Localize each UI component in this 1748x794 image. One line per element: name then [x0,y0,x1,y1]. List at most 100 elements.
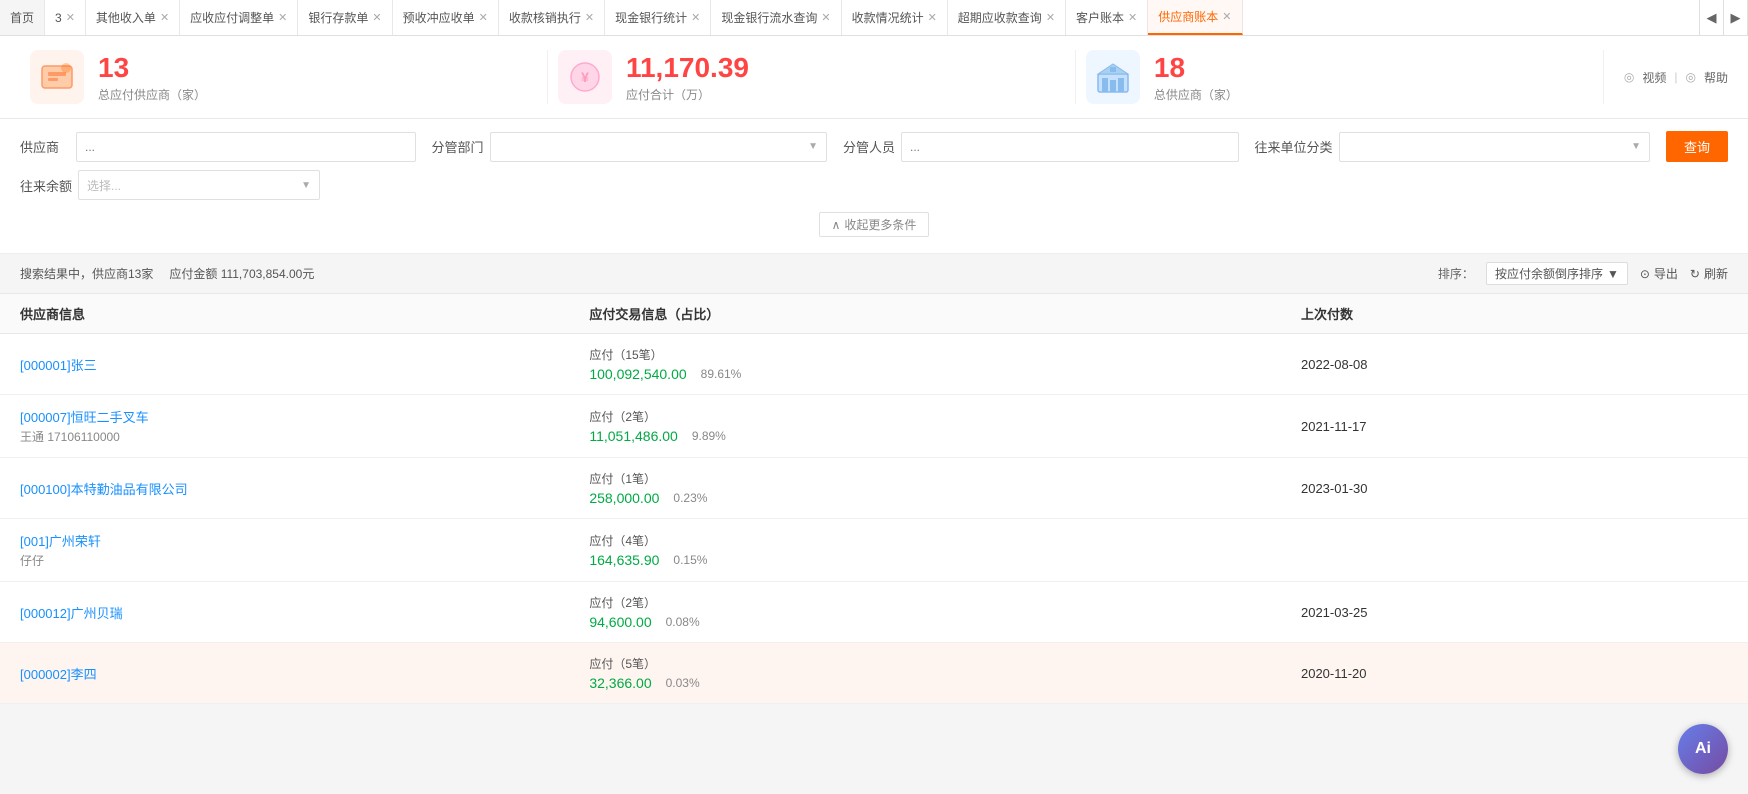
ai-badge-label: Ai [1695,740,1711,758]
query-button[interactable]: 查询 [1666,131,1728,162]
circle-icon2: ◎ [1685,70,1695,84]
transaction-info-4: 应付（4笔） 164,635.90 0.15% [589,532,1301,568]
category-filter-select[interactable]: ▼ [1339,132,1650,162]
nav-tab-3[interactable]: 3 ✕ [45,0,86,35]
close-overdue-query-icon[interactable]: ✕ [1046,11,1055,24]
supplier-account-label: 供应商账本 [1158,8,1218,25]
payable-total-num: 11,170.39 [626,51,749,85]
payable-adjust-label: 应收应付调整单 [190,9,274,26]
close-tab-3-icon[interactable]: ✕ [66,11,75,24]
last-pay-3: 2023-01-30 [1301,481,1728,496]
stat-text-total-suppliers: 18 总供应商（家） [1154,51,1238,104]
close-bank-deposit-icon[interactable]: ✕ [372,11,381,24]
export-button[interactable]: ⊙ 导出 [1640,265,1678,282]
nav-tab-customer-account[interactable]: 客户账本 ✕ [1066,0,1148,35]
filter-category: 往来单位分类 ▼ [1255,132,1651,162]
close-payable-adjust-icon[interactable]: ✕ [278,11,287,24]
nav-arrow-left[interactable]: ◀ [1700,0,1724,36]
payable-suppliers-num: 13 [98,51,206,85]
close-customer-account-icon[interactable]: ✕ [1128,11,1137,24]
nav-tab-collection-audit[interactable]: 收款核销执行 ✕ [499,0,605,35]
close-cash-bank-stats-icon[interactable]: ✕ [691,11,700,24]
balance-select-arrow-icon: ▼ [301,180,311,191]
nav-tab-cash-bank-stats[interactable]: 现金银行统计 ✕ [605,0,711,35]
table-row: [000100]本特勤油品有限公司 应付（1笔） 258,000.00 0.23… [0,458,1748,519]
video-link[interactable]: 视频 [1642,69,1666,86]
trans-amount-5[interactable]: 94,600.00 [589,614,651,630]
main-content: 供应商信息 应付交易信息（占比） 上次付数 [000001]张三 应付（15笔）… [0,294,1748,704]
stat-block-payable-total: ¥ 11,170.39 应付合计（万） [548,50,1076,104]
close-other-income-icon[interactable]: ✕ [160,11,169,24]
nav-tab-supplier-account[interactable]: 供应商账本 ✕ [1148,0,1242,35]
nav-tab-bank-deposit[interactable]: 银行存款单 ✕ [298,0,392,35]
stat-text-payable-suppliers: 13 总应付供应商（家） [98,51,206,104]
help-link[interactable]: 帮助 [1704,69,1728,86]
trans-label-1: 应付（15笔） [589,346,1301,363]
collection-stats-label: 收款情况统计 [852,9,924,26]
close-collection-audit-icon[interactable]: ✕ [585,11,594,24]
ai-badge[interactable]: Ai [1678,724,1728,774]
supplier-info-1: [000001]张三 [20,355,589,374]
close-cash-bank-flow-icon[interactable]: ✕ [821,11,830,24]
nav-tab-home[interactable]: 首页 [0,0,45,35]
nav-tab-overdue-query[interactable]: 超期应收款查询 ✕ [948,0,1066,35]
nav-arrow-right[interactable]: ▶ [1724,0,1748,36]
trans-amount-1[interactable]: 100,092,540.00 [589,366,686,382]
supplier-link-2[interactable]: [000007]恒旺二手叉车 [20,410,149,425]
trans-label-5: 应付（2笔） [589,594,1301,611]
close-collection-stats-icon[interactable]: ✕ [928,11,937,24]
stat-block-total-suppliers: 18 总供应商（家） [1076,50,1604,104]
balance-filter-select[interactable]: 选择... ▼ [78,170,320,200]
last-pay-date-1: 2022-08-08 [1301,357,1368,372]
supplier-link-6[interactable]: [000002]李四 [20,667,97,682]
supplier-info-5: [000012]广州贝瑞 [20,603,589,622]
trans-label-3: 应付（1笔） [589,470,1301,487]
nav-tab-advance-collection[interactable]: 预收冲应收单 ✕ [393,0,499,35]
table-section: 供应商信息 应付交易信息（占比） 上次付数 [000001]张三 应付（15笔）… [0,294,1748,704]
last-pay-date-5: 2021-03-25 [1301,605,1368,620]
close-advance-collection-icon[interactable]: ✕ [479,11,488,24]
transaction-info-5: 应付（2笔） 94,600.00 0.08% [589,594,1301,630]
trans-amount-2[interactable]: 11,051,486.00 [589,428,678,444]
transaction-info-6: 应付（5笔） 32,366.00 0.03% [589,655,1301,691]
trans-label-4: 应付（4笔） [589,532,1301,549]
payable-suppliers-icon [30,50,84,104]
table-row: [000012]广州贝瑞 应付（2笔） 94,600.00 0.08% 2021… [0,582,1748,643]
dept-filter-label: 分管部门 [432,137,484,156]
trans-pct-5: 0.08% [666,615,700,629]
close-supplier-account-icon[interactable]: ✕ [1222,10,1231,23]
filter-row-1: 供应商 分管部门 ▼ 分管人员 往来单位分类 ▼ 查询 [20,131,1728,162]
trans-amount-4[interactable]: 164,635.90 [589,552,659,568]
supplier-link-4[interactable]: [001]广州荣轩 [20,534,101,549]
refresh-icon: ↻ [1690,267,1700,281]
nav-tab-collection-stats[interactable]: 收款情况统计 ✕ [842,0,948,35]
dept-filter-select[interactable]: ▼ [490,132,827,162]
payable-total-icon: ¥ [558,50,612,104]
nav-tab-other-income[interactable]: 其他收入单 ✕ [86,0,180,35]
refresh-button[interactable]: ↻ 刷新 [1690,265,1728,282]
sort-select[interactable]: 按应付余额倒序排序 ▼ [1486,262,1628,285]
trans-row-4: 164,635.90 0.15% [589,552,1301,568]
table-header: 供应商信息 应付交易信息（占比） 上次付数 [0,294,1748,334]
nav-tab-cash-bank-flow[interactable]: 现金银行流水查询 ✕ [711,0,841,35]
collapse-button[interactable]: ∧ 收起更多条件 [819,212,930,237]
trans-amount-3[interactable]: 258,000.00 [589,490,659,506]
search-result-text: 搜索结果中，供应商13家 [20,265,153,282]
supplier-link-5[interactable]: [000012]广州贝瑞 [20,606,123,621]
trans-pct-6: 0.03% [666,676,700,690]
trans-row-3: 258,000.00 0.23% [589,490,1301,506]
export-icon: ⊙ [1640,267,1650,281]
person-filter-input[interactable] [901,132,1238,162]
supplier-filter-input[interactable] [76,132,416,162]
link-separator: | [1674,70,1677,84]
sort-label: 排序： [1438,265,1474,282]
trans-amount-6[interactable]: 32,366.00 [589,675,651,691]
home-tab-label: 首页 [10,9,34,26]
supplier-info-3: [000100]本特勤油品有限公司 [20,479,589,498]
supplier-link-3[interactable]: [000100]本特勤油品有限公司 [20,482,188,497]
supplier-link-1[interactable]: [000001]张三 [20,358,97,373]
supplier-filter-label: 供应商 [20,137,70,156]
nav-tab-payable-adjust[interactable]: 应收应付调整单 ✕ [180,0,298,35]
trans-label-2: 应付（2笔） [589,408,1301,425]
sort-value-text: 按应付余额倒序排序 [1495,265,1603,282]
